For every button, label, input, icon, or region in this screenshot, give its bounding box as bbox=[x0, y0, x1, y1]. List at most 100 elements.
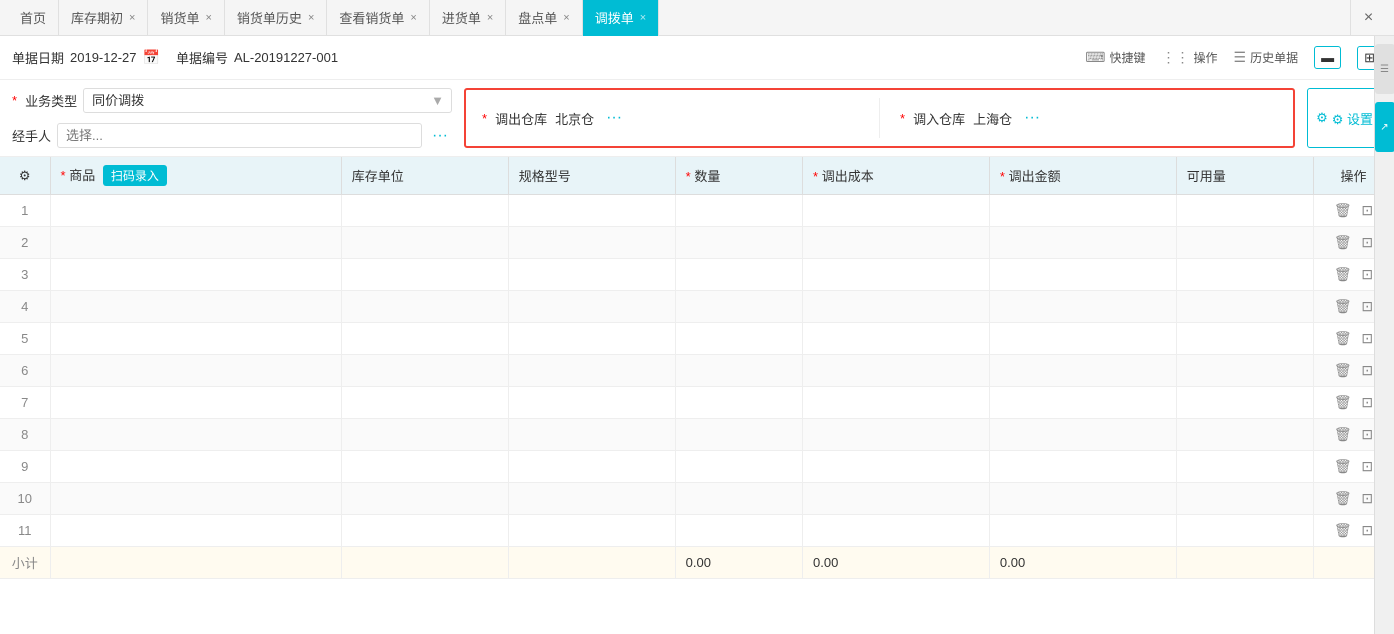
row-spec[interactable] bbox=[508, 515, 675, 547]
row-amount[interactable] bbox=[989, 483, 1176, 515]
row-amount[interactable] bbox=[989, 419, 1176, 451]
row-unit[interactable] bbox=[341, 483, 508, 515]
row-quantity[interactable] bbox=[675, 419, 802, 451]
row-amount[interactable] bbox=[989, 291, 1176, 323]
row-spec[interactable] bbox=[508, 259, 675, 291]
sidebar-list-btn[interactable]: ☰ bbox=[1375, 44, 1394, 94]
row-cost[interactable] bbox=[803, 419, 990, 451]
row-spec[interactable] bbox=[508, 323, 675, 355]
delete-icon[interactable]: 🗑 bbox=[1334, 266, 1352, 282]
row-unit[interactable] bbox=[341, 355, 508, 387]
tab-inventory-check-close[interactable]: × bbox=[563, 12, 569, 24]
row-product[interactable] bbox=[50, 323, 341, 355]
scan-button[interactable]: 扫码录入 bbox=[103, 165, 167, 186]
row-unit[interactable] bbox=[341, 419, 508, 451]
row-cost[interactable] bbox=[803, 515, 990, 547]
row-spec[interactable] bbox=[508, 451, 675, 483]
row-amount[interactable] bbox=[989, 259, 1176, 291]
row-spec[interactable] bbox=[508, 419, 675, 451]
settings-button[interactable]: ⚙ ⚙ 设置 bbox=[1307, 88, 1382, 148]
row-quantity[interactable] bbox=[675, 259, 802, 291]
row-cost[interactable] bbox=[803, 451, 990, 483]
to-warehouse-value[interactable]: 上海仓 bbox=[973, 109, 1012, 128]
row-quantity[interactable] bbox=[675, 291, 802, 323]
row-available[interactable] bbox=[1176, 323, 1313, 355]
tab-transfer[interactable]: 调拨单 × bbox=[583, 0, 659, 36]
delete-icon[interactable]: 🗑 bbox=[1334, 234, 1352, 250]
copy-icon[interactable]: ⊡ bbox=[1361, 458, 1373, 474]
row-cost[interactable] bbox=[803, 387, 990, 419]
delete-icon[interactable]: 🗑 bbox=[1334, 522, 1352, 538]
row-available[interactable] bbox=[1176, 355, 1313, 387]
row-product[interactable] bbox=[50, 195, 341, 227]
row-quantity[interactable] bbox=[675, 355, 802, 387]
row-spec[interactable] bbox=[508, 387, 675, 419]
delete-icon[interactable]: 🗑 bbox=[1334, 330, 1352, 346]
row-product[interactable] bbox=[50, 355, 341, 387]
copy-icon[interactable]: ⊡ bbox=[1361, 330, 1373, 346]
delete-icon[interactable]: 🗑 bbox=[1334, 394, 1352, 410]
tab-sales-history[interactable]: 销货单历史 × bbox=[225, 0, 327, 36]
row-amount[interactable] bbox=[989, 195, 1176, 227]
copy-icon[interactable]: ⊡ bbox=[1361, 394, 1373, 410]
row-product[interactable] bbox=[50, 227, 341, 259]
row-available[interactable] bbox=[1176, 195, 1313, 227]
tab-inventory-init[interactable]: 库存期初 × bbox=[59, 0, 148, 36]
tab-sales-order-close[interactable]: × bbox=[205, 12, 211, 24]
history-button[interactable]: ☰ 历史单据 bbox=[1234, 49, 1299, 66]
row-available[interactable] bbox=[1176, 291, 1313, 323]
calendar-icon[interactable]: 📅 bbox=[143, 49, 160, 66]
tab-purchase-close[interactable]: × bbox=[487, 12, 493, 24]
row-quantity[interactable] bbox=[675, 227, 802, 259]
row-product[interactable] bbox=[50, 291, 341, 323]
from-warehouse-more-btn[interactable]: ··· bbox=[602, 109, 626, 127]
copy-icon[interactable]: ⊡ bbox=[1361, 490, 1373, 506]
row-cost[interactable] bbox=[803, 227, 990, 259]
handler-more-btn[interactable]: ··· bbox=[428, 127, 452, 145]
delete-icon[interactable]: 🗑 bbox=[1334, 298, 1352, 314]
row-product[interactable] bbox=[50, 419, 341, 451]
copy-icon[interactable]: ⊡ bbox=[1361, 522, 1373, 538]
tab-sales-history-close[interactable]: × bbox=[308, 12, 314, 24]
handler-input[interactable] bbox=[57, 123, 422, 148]
row-amount[interactable] bbox=[989, 387, 1176, 419]
row-unit[interactable] bbox=[341, 259, 508, 291]
to-warehouse-more-btn[interactable]: ··· bbox=[1020, 109, 1044, 127]
row-available[interactable] bbox=[1176, 451, 1313, 483]
row-product[interactable] bbox=[50, 483, 341, 515]
row-unit[interactable] bbox=[341, 291, 508, 323]
copy-icon[interactable]: ⊡ bbox=[1361, 202, 1373, 218]
row-unit[interactable] bbox=[341, 387, 508, 419]
col-settings[interactable]: ⚙ bbox=[0, 157, 50, 195]
from-warehouse-value[interactable]: 北京仓 bbox=[555, 109, 594, 128]
row-spec[interactable] bbox=[508, 227, 675, 259]
row-quantity[interactable] bbox=[675, 387, 802, 419]
row-cost[interactable] bbox=[803, 291, 990, 323]
shortcut-button[interactable]: ⌨ 快捷键 bbox=[1085, 49, 1145, 66]
window-close-button[interactable]: × bbox=[1350, 0, 1386, 36]
row-product[interactable] bbox=[50, 259, 341, 291]
copy-icon[interactable]: ⊡ bbox=[1361, 266, 1373, 282]
row-product[interactable] bbox=[50, 515, 341, 547]
row-spec[interactable] bbox=[508, 291, 675, 323]
row-spec[interactable] bbox=[508, 355, 675, 387]
row-cost[interactable] bbox=[803, 195, 990, 227]
row-unit[interactable] bbox=[341, 451, 508, 483]
row-cost[interactable] bbox=[803, 355, 990, 387]
row-amount[interactable] bbox=[989, 323, 1176, 355]
delete-icon[interactable]: 🗑 bbox=[1334, 490, 1352, 506]
row-product[interactable] bbox=[50, 451, 341, 483]
row-available[interactable] bbox=[1176, 259, 1313, 291]
row-quantity[interactable] bbox=[675, 483, 802, 515]
tab-purchase[interactable]: 进货单 × bbox=[430, 0, 506, 36]
row-quantity[interactable] bbox=[675, 195, 802, 227]
row-amount[interactable] bbox=[989, 355, 1176, 387]
row-quantity[interactable] bbox=[675, 451, 802, 483]
row-quantity[interactable] bbox=[675, 323, 802, 355]
ops-button[interactable]: ⋮⋮ 操作 bbox=[1162, 49, 1218, 66]
row-product[interactable] bbox=[50, 387, 341, 419]
copy-icon[interactable]: ⊡ bbox=[1361, 426, 1373, 442]
delete-icon[interactable]: 🗑 bbox=[1334, 426, 1352, 442]
tab-transfer-close[interactable]: × bbox=[640, 12, 646, 24]
row-unit[interactable] bbox=[341, 227, 508, 259]
